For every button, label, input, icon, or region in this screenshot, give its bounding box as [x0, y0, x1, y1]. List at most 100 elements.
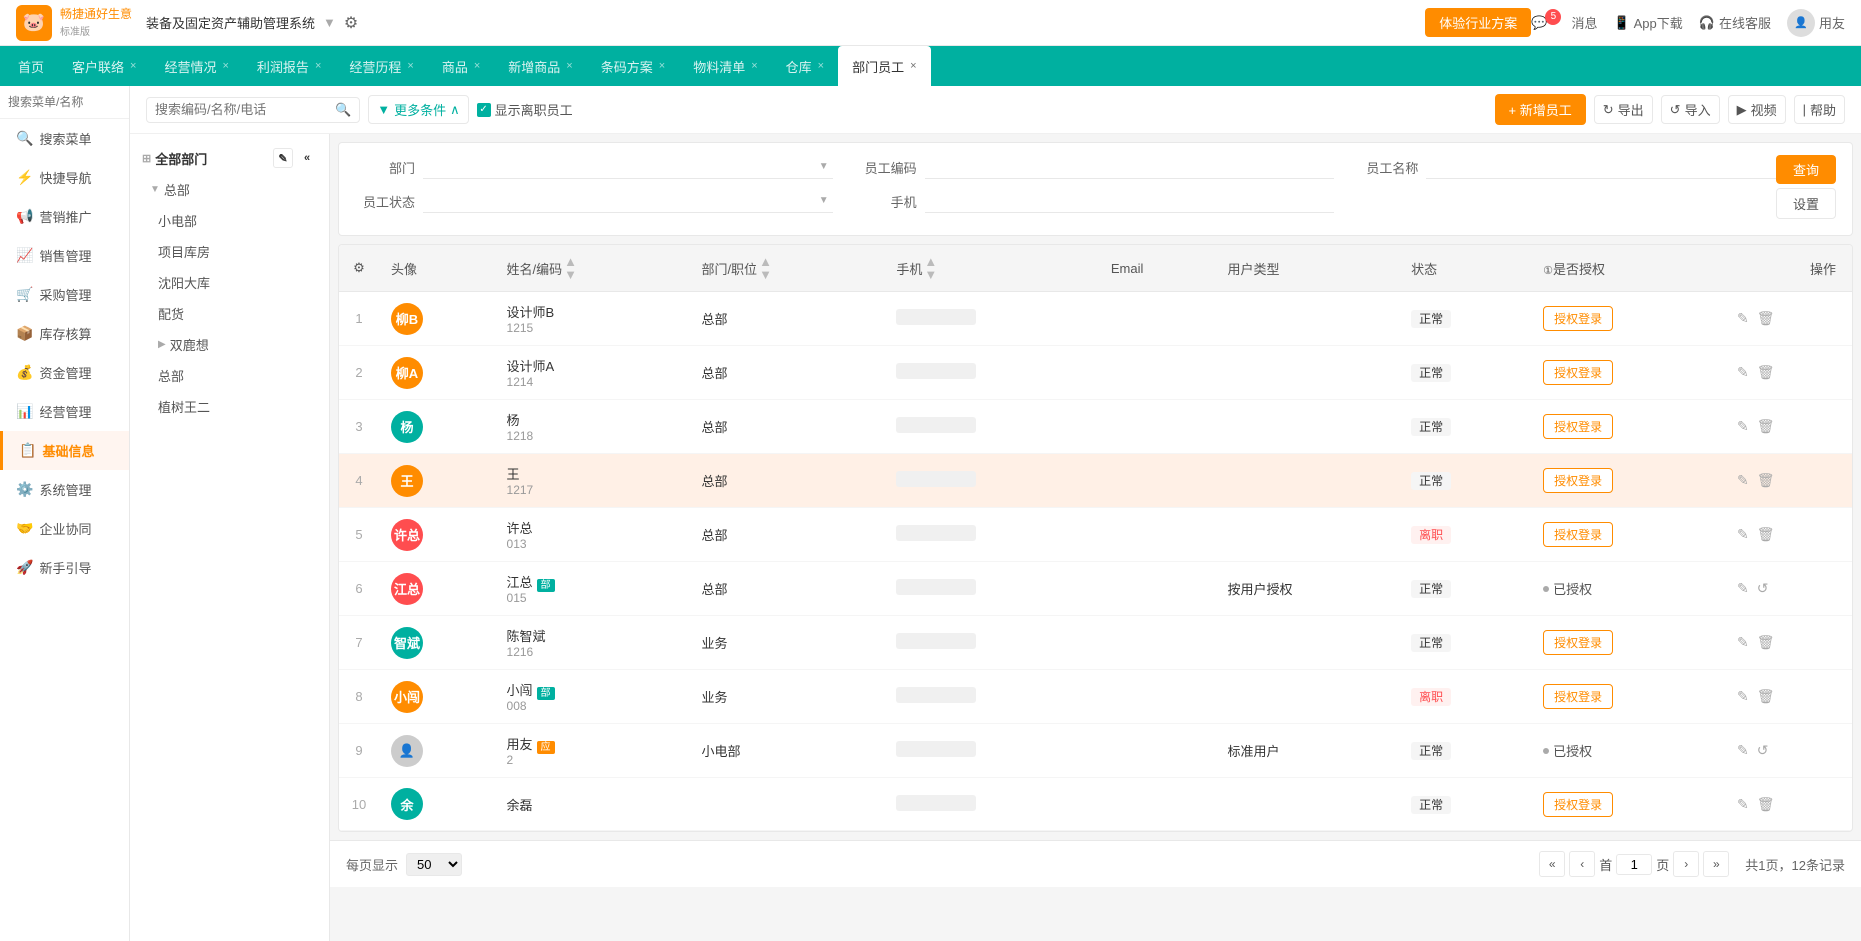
- tab-profit[interactable]: 利润报告×: [243, 46, 335, 86]
- filter-empcode-input[interactable]: [925, 155, 1335, 179]
- edit-icon-8[interactable]: ✎: [1737, 688, 1749, 705]
- tab-goods[interactable]: 商品×: [428, 46, 494, 86]
- close-goods-tab[interactable]: ×: [474, 60, 480, 72]
- search-input-wrap[interactable]: 🔍: [146, 97, 360, 123]
- settings-icon-btn[interactable]: ⚙: [344, 13, 358, 33]
- page-input[interactable]: [1616, 854, 1652, 875]
- tab-barcode[interactable]: 条码方案×: [587, 46, 679, 86]
- dropdown-icon[interactable]: ▼: [323, 15, 336, 30]
- edit-icon-5[interactable]: ✎: [1737, 526, 1749, 543]
- edit-icon-7[interactable]: ✎: [1737, 634, 1749, 651]
- tab-addgoods[interactable]: 新增商品×: [494, 46, 586, 86]
- th-name[interactable]: 姓名/编码 ▲▼: [495, 245, 690, 292]
- close-history-tab[interactable]: ×: [407, 60, 413, 72]
- th-phone[interactable]: 手机 ▲▼: [884, 245, 1099, 292]
- delete-icon-5[interactable]: 🗑: [1757, 526, 1775, 543]
- sidebar-item-purchase[interactable]: 🛒 采购管理: [0, 275, 129, 314]
- filter-dept-arrow[interactable]: ▼: [819, 161, 833, 172]
- filter-status-select-wrap[interactable]: ▼: [423, 189, 833, 213]
- edit-icon-1[interactable]: ✎: [1737, 310, 1749, 327]
- dept-tree-xiangmu[interactable]: 项目库房: [130, 236, 329, 267]
- dept-tree-shenyang[interactable]: 沈阳大库: [130, 267, 329, 298]
- export-btn[interactable]: ↻ 导出: [1594, 95, 1653, 124]
- tab-history[interactable]: 经营历程×: [335, 46, 427, 86]
- auth-btn-8[interactable]: 授权登录: [1543, 684, 1613, 709]
- filter-status-input[interactable]: [423, 189, 819, 212]
- auth-btn-5[interactable]: 授权登录: [1543, 522, 1613, 547]
- edit-icon-10[interactable]: ✎: [1737, 796, 1749, 813]
- next-page-btn[interactable]: ›: [1673, 851, 1699, 877]
- close-barcode-tab[interactable]: ×: [659, 60, 665, 72]
- tab-warehouse[interactable]: 仓库×: [772, 46, 838, 86]
- sidebar-item-basic[interactable]: 📋 基础信息: [0, 431, 129, 470]
- try-industry-btn[interactable]: 体验行业方案: [1425, 8, 1531, 37]
- dept-tree-peihuo[interactable]: 配货: [130, 298, 329, 329]
- user-area[interactable]: 👤 用友: [1787, 9, 1845, 37]
- view-btn[interactable]: ▶ 视频: [1728, 95, 1786, 124]
- delete-icon-9[interactable]: ↺: [1757, 742, 1769, 759]
- sidebar-item-collab[interactable]: 🤝 企业协同: [0, 509, 129, 548]
- dept-tree-zongbu2[interactable]: 总部: [130, 360, 329, 391]
- close-customer-tab[interactable]: ×: [130, 60, 136, 72]
- online-service-btn[interactable]: 🎧 在线客服: [1699, 13, 1771, 32]
- add-employee-btn[interactable]: + 新增员工: [1495, 94, 1586, 125]
- edit-icon-4[interactable]: ✎: [1737, 472, 1749, 489]
- dept-tree-zonbu[interactable]: ▼ 总部: [130, 174, 329, 205]
- filter-empname-input[interactable]: [1426, 155, 1836, 179]
- tab-employee[interactable]: 部门员工×: [838, 46, 930, 86]
- delete-icon-1[interactable]: 🗑: [1757, 310, 1775, 327]
- delete-icon-7[interactable]: 🗑: [1757, 634, 1775, 651]
- filter-phone-input[interactable]: [925, 189, 1335, 213]
- edit-icon-6[interactable]: ✎: [1737, 580, 1749, 597]
- close-operation-tab[interactable]: ×: [222, 60, 228, 72]
- dept-tree-zhishu[interactable]: 植树王二: [130, 391, 329, 422]
- help-btn[interactable]: | 帮助: [1794, 95, 1845, 124]
- auth-btn-3[interactable]: 授权登录: [1543, 414, 1613, 439]
- dept-collapse-btn[interactable]: «: [297, 148, 317, 168]
- th-dept[interactable]: 部门/职位 ▲▼: [689, 245, 884, 292]
- sidebar-item-shortcut[interactable]: ⚡ 快捷导航: [0, 158, 129, 197]
- filter-dept-input[interactable]: [423, 155, 819, 178]
- per-page-select[interactable]: 50 100: [406, 853, 462, 876]
- query-btn[interactable]: 查询: [1776, 155, 1836, 184]
- sidebar-item-management[interactable]: 📊 经营管理: [0, 392, 129, 431]
- app-download-btn[interactable]: 📱 App下载: [1613, 13, 1682, 32]
- delete-icon-10[interactable]: 🗑: [1757, 796, 1775, 813]
- sidebar-item-finance[interactable]: 💰 资金管理: [0, 353, 129, 392]
- delete-icon-6[interactable]: ↺: [1757, 580, 1769, 597]
- search-input[interactable]: [155, 102, 335, 117]
- auth-btn-1[interactable]: 授权登录: [1543, 306, 1613, 331]
- first-page-btn[interactable]: «: [1539, 851, 1565, 877]
- auth-btn-7[interactable]: 授权登录: [1543, 630, 1613, 655]
- filter-dept-select-wrap[interactable]: ▼: [423, 155, 833, 179]
- delete-icon-2[interactable]: 🗑: [1757, 364, 1775, 381]
- dept-edit-btn[interactable]: ✎: [273, 148, 293, 168]
- auth-btn-10[interactable]: 授权登录: [1543, 792, 1613, 817]
- dept-tree-shuanglu[interactable]: ▶ 双鹿想: [130, 329, 329, 360]
- sidebar-item-guide[interactable]: 🚀 新手引导: [0, 548, 129, 587]
- sidebar-item-marketing[interactable]: 📢 营销推广: [0, 197, 129, 236]
- close-addgoods-tab[interactable]: ×: [566, 60, 572, 72]
- search-btn-icon[interactable]: 🔍: [335, 102, 351, 118]
- edit-icon-3[interactable]: ✎: [1737, 418, 1749, 435]
- dept-tree-xiaodian[interactable]: 小电部: [130, 205, 329, 236]
- auth-btn-2[interactable]: 授权登录: [1543, 360, 1613, 385]
- import-btn[interactable]: ↺ 导入: [1661, 95, 1720, 124]
- show-depart-checkbox[interactable]: ✓: [477, 103, 491, 117]
- sidebar-item-sales[interactable]: 📈 销售管理: [0, 236, 129, 275]
- auth-btn-4[interactable]: 授权登录: [1543, 468, 1613, 493]
- sidebar-search[interactable]: 🔍: [0, 86, 129, 119]
- delete-icon-8[interactable]: 🗑: [1757, 688, 1775, 705]
- edit-icon-9[interactable]: ✎: [1737, 742, 1749, 759]
- delete-icon-4[interactable]: 🗑: [1757, 472, 1775, 489]
- more-conditions-btn[interactable]: ▼ 更多条件 ∧: [368, 95, 468, 124]
- edit-icon-2[interactable]: ✎: [1737, 364, 1749, 381]
- show-depart-toggle[interactable]: ✓ 显示离职员工: [477, 100, 573, 119]
- tab-home[interactable]: 首页: [4, 46, 58, 86]
- reset-btn[interactable]: 设置: [1776, 188, 1836, 219]
- tab-bom[interactable]: 物料清单×: [679, 46, 771, 86]
- sidebar-item-inventory[interactable]: 📦 库存核算: [0, 314, 129, 353]
- close-bom-tab[interactable]: ×: [751, 60, 757, 72]
- close-profit-tab[interactable]: ×: [315, 60, 321, 72]
- close-warehouse-tab[interactable]: ×: [818, 60, 824, 72]
